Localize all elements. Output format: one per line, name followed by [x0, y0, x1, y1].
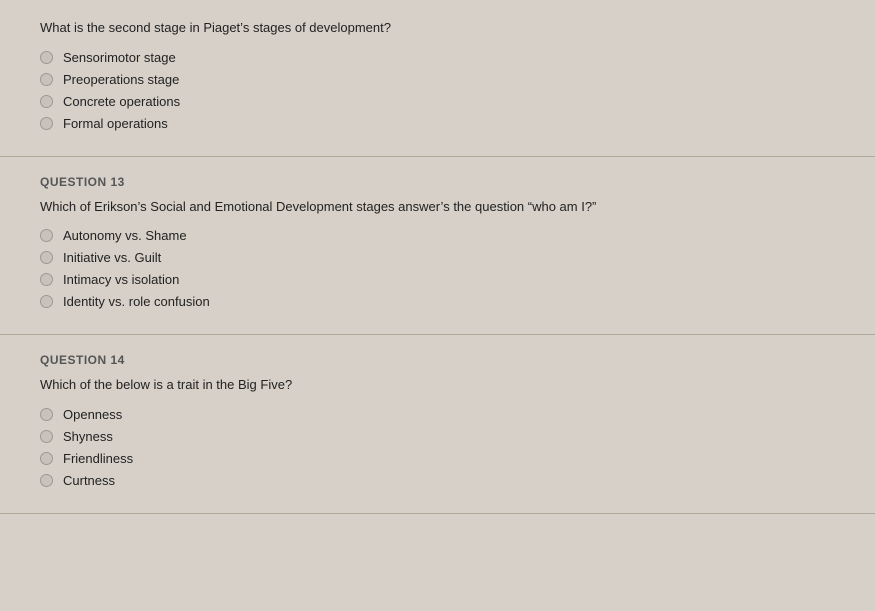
option-label: Identity vs. role confusion [63, 294, 210, 309]
radio-circle[interactable] [40, 408, 53, 421]
options-list-q12: Sensorimotor stage Preoperations stage C… [40, 50, 835, 131]
question-text-q14: Which of the below is a trait in the Big… [40, 375, 835, 395]
list-item[interactable]: Autonomy vs. Shame [40, 228, 835, 243]
list-item[interactable]: Openness [40, 407, 835, 422]
radio-circle[interactable] [40, 117, 53, 130]
option-label: Shyness [63, 429, 113, 444]
list-item[interactable]: Formal operations [40, 116, 835, 131]
option-label: Intimacy vs isolation [63, 272, 179, 287]
question-text-q12: What is the second stage in Piaget’s sta… [40, 18, 835, 38]
option-label: Openness [63, 407, 122, 422]
option-label: Autonomy vs. Shame [63, 228, 187, 243]
radio-circle[interactable] [40, 229, 53, 242]
option-label: Formal operations [63, 116, 168, 131]
list-item[interactable]: Curtness [40, 473, 835, 488]
list-item[interactable]: Initiative vs. Guilt [40, 250, 835, 265]
list-item[interactable]: Shyness [40, 429, 835, 444]
question-text-q13: Which of Erikson’s Social and Emotional … [40, 197, 835, 217]
question-block-q14: QUESTION 14 Which of the below is a trai… [0, 335, 875, 514]
list-item[interactable]: Friendliness [40, 451, 835, 466]
question-label-q13: QUESTION 13 [40, 175, 835, 189]
radio-circle[interactable] [40, 452, 53, 465]
question-label-q14: QUESTION 14 [40, 353, 835, 367]
list-item[interactable]: Concrete operations [40, 94, 835, 109]
list-item[interactable]: Identity vs. role confusion [40, 294, 835, 309]
radio-circle[interactable] [40, 273, 53, 286]
radio-circle[interactable] [40, 295, 53, 308]
options-list-q13: Autonomy vs. Shame Initiative vs. Guilt … [40, 228, 835, 309]
option-label: Concrete operations [63, 94, 180, 109]
radio-circle[interactable] [40, 73, 53, 86]
options-list-q14: Openness Shyness Friendliness Curtness [40, 407, 835, 488]
radio-circle[interactable] [40, 95, 53, 108]
radio-circle[interactable] [40, 51, 53, 64]
radio-circle[interactable] [40, 430, 53, 443]
option-label: Curtness [63, 473, 115, 488]
radio-circle[interactable] [40, 474, 53, 487]
question-block-q13: QUESTION 13 Which of Erikson’s Social an… [0, 157, 875, 336]
option-label: Sensorimotor stage [63, 50, 176, 65]
list-item[interactable]: Intimacy vs isolation [40, 272, 835, 287]
radio-circle[interactable] [40, 251, 53, 264]
list-item[interactable]: Preoperations stage [40, 72, 835, 87]
page-container: What is the second stage in Piaget’s sta… [0, 0, 875, 514]
option-label: Friendliness [63, 451, 133, 466]
list-item[interactable]: Sensorimotor stage [40, 50, 835, 65]
option-label: Preoperations stage [63, 72, 179, 87]
option-label: Initiative vs. Guilt [63, 250, 161, 265]
question-block-q12: What is the second stage in Piaget’s sta… [0, 0, 875, 157]
